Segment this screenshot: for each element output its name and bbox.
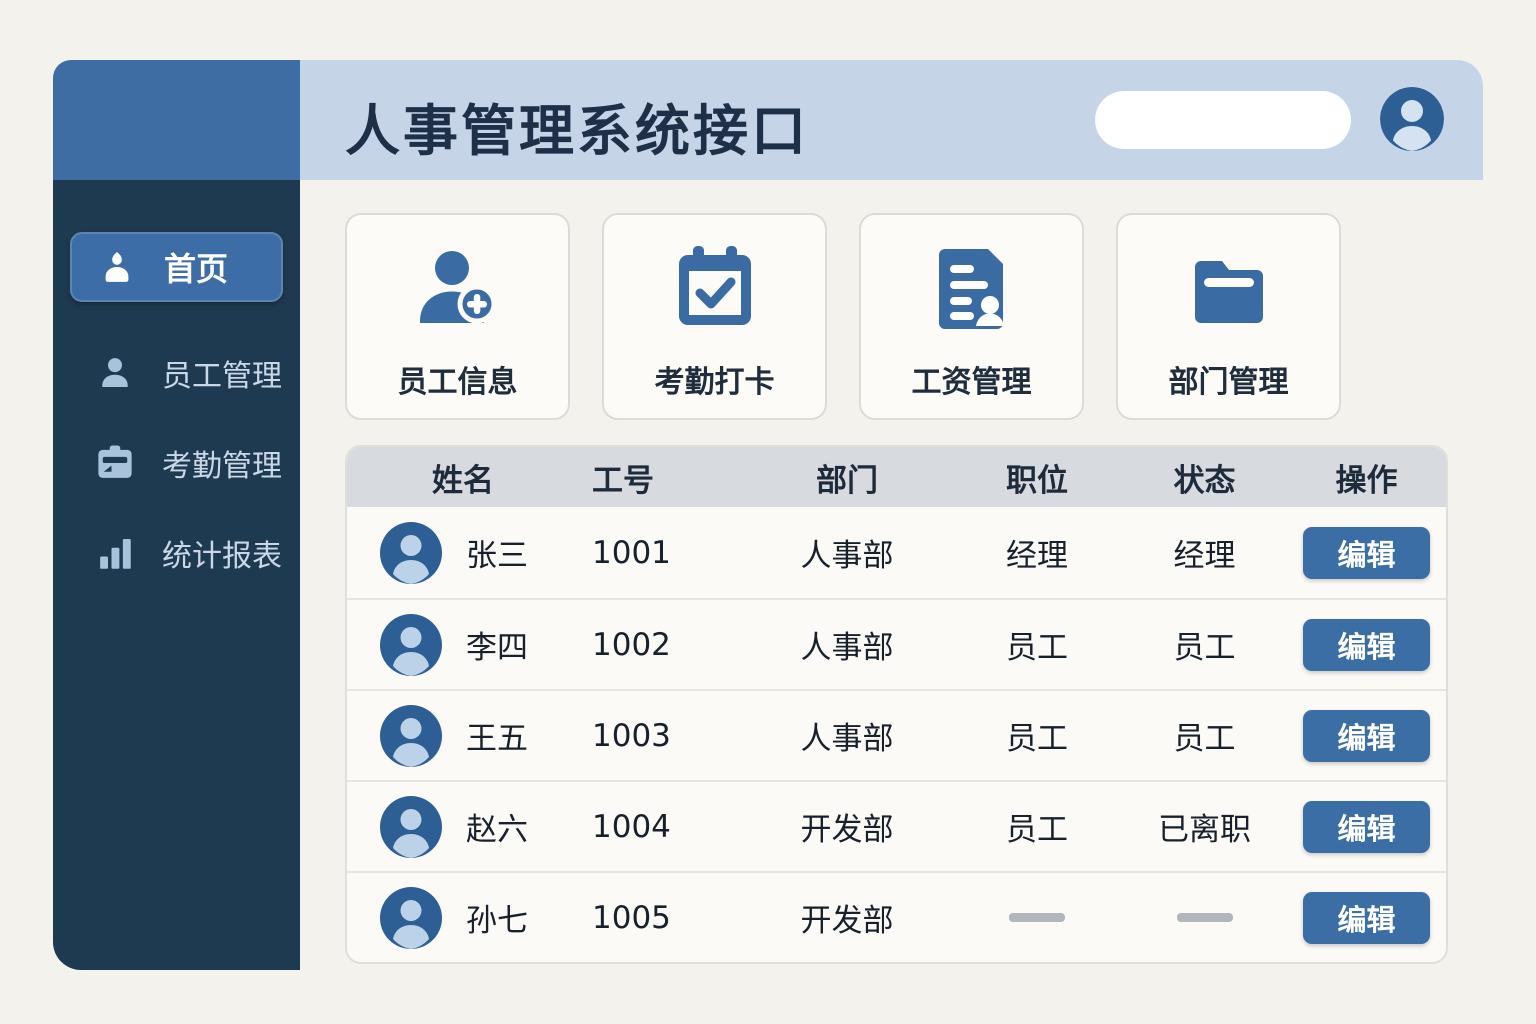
card-department-management[interactable]: 部门管理 — [1116, 213, 1341, 420]
page-title: 人事管理系统接口 — [345, 99, 810, 163]
table-row: 王五 1003 人事部 员工 员工 编辑 — [347, 689, 1446, 780]
card-salary-management[interactable]: 工资管理 — [859, 213, 1084, 420]
sidebar-logo-block — [53, 60, 300, 180]
employee-id: 1002 — [592, 626, 671, 663]
sidebar-item-label: 员工管理 — [162, 359, 282, 394]
edit-button[interactable]: 编辑 — [1303, 618, 1430, 671]
table-row: 孙七 1005 开发部 编辑 — [347, 871, 1446, 962]
employee-id: 1003 — [592, 717, 671, 754]
column-header-id: 工号 — [592, 462, 654, 499]
card-label: 工资管理 — [911, 365, 1032, 400]
column-header-name: 姓名 — [432, 462, 494, 499]
employee-position: 员工 — [1006, 721, 1068, 757]
empty-status-dash — [1176, 913, 1233, 922]
person-icon — [105, 252, 129, 282]
employee-department: 开发部 — [800, 903, 894, 939]
employee-name: 李四 — [466, 630, 528, 666]
column-header-action: 操作 — [1335, 462, 1398, 499]
employee-avatar — [380, 795, 442, 858]
employee-name: 王五 — [466, 721, 528, 757]
calendar-check-icon — [678, 246, 751, 325]
employee-position: 经理 — [1006, 538, 1068, 574]
employee-avatar — [380, 704, 442, 767]
employee-status: 员工 — [1173, 721, 1236, 757]
table-row: 张三 1001 人事部 经理 经理 编辑 — [347, 507, 1446, 598]
employee-id: 1005 — [592, 899, 671, 936]
employee-id: 1004 — [592, 808, 671, 845]
feature-cards: 员工信息 考勤打卡 工资管理 部门管理 — [345, 213, 1341, 420]
card-label: 部门管理 — [1168, 365, 1289, 400]
table-header-row: 姓名 工号 部门 职位 状态 操作 — [347, 447, 1446, 507]
card-label: 考勤打卡 — [654, 365, 775, 400]
sidebar-item-home[interactable]: 首页 — [70, 232, 283, 302]
search-input[interactable] — [1095, 91, 1351, 149]
bar-chart-icon — [100, 539, 131, 569]
person-icon — [102, 358, 128, 387]
column-header-position: 职位 — [1006, 462, 1068, 499]
id-badge-icon — [98, 445, 132, 478]
sidebar: 首页 员工管理 考勤管理 统计报表 — [53, 60, 300, 970]
edit-button[interactable]: 编辑 — [1303, 526, 1430, 579]
employee-status: 经理 — [1173, 538, 1236, 574]
employee-name: 张三 — [466, 538, 528, 574]
edit-button[interactable]: 编辑 — [1303, 891, 1430, 944]
edit-button[interactable]: 编辑 — [1303, 800, 1430, 853]
employee-department: 人事部 — [800, 721, 894, 757]
table-row: 李四 1002 人事部 员工 员工 编辑 — [347, 598, 1446, 689]
sidebar-item-label: 统计报表 — [162, 539, 282, 574]
employee-avatar — [380, 613, 442, 676]
card-employee-info[interactable]: 员工信息 — [345, 213, 570, 420]
employee-status: 已离职 — [1158, 812, 1251, 848]
employee-status: 员工 — [1173, 630, 1236, 666]
card-attendance-checkin[interactable]: 考勤打卡 — [602, 213, 827, 420]
payroll-document-icon — [938, 249, 1004, 329]
user-plus-icon — [419, 251, 496, 324]
employee-position: 员工 — [1006, 630, 1068, 666]
table-row: 赵六 1004 开发部 员工 已离职 编辑 — [347, 780, 1446, 871]
employee-avatar — [380, 521, 442, 584]
column-header-department: 部门 — [816, 462, 878, 499]
edit-button[interactable]: 编辑 — [1303, 709, 1430, 762]
sidebar-item-label: 考勤管理 — [162, 449, 282, 484]
employee-department: 开发部 — [800, 812, 894, 848]
sidebar-item-attendance[interactable]: 考勤管理 — [70, 435, 286, 491]
sidebar-item-label: 首页 — [164, 250, 229, 288]
employee-avatar — [380, 886, 442, 949]
empty-position-dash — [1009, 913, 1065, 922]
card-label: 员工信息 — [397, 365, 518, 400]
folder-icon — [1194, 261, 1263, 323]
sidebar-item-employees[interactable]: 员工管理 — [70, 345, 286, 401]
employee-table: 姓名 工号 部门 职位 状态 操作 张三 1001 人事部 经理 经理 编辑 李… — [345, 445, 1448, 964]
user-avatar-icon[interactable] — [1380, 87, 1444, 151]
employee-name: 赵六 — [466, 812, 528, 848]
employee-department: 人事部 — [800, 538, 894, 574]
employee-position: 员工 — [1006, 812, 1068, 848]
header: 人事管理系统接口 — [300, 60, 1483, 180]
sidebar-item-reports[interactable]: 统计报表 — [70, 525, 286, 581]
employee-name: 孙七 — [466, 903, 528, 939]
employee-department: 人事部 — [800, 630, 894, 666]
employee-id: 1001 — [592, 534, 671, 571]
column-header-status: 状态 — [1173, 462, 1236, 499]
